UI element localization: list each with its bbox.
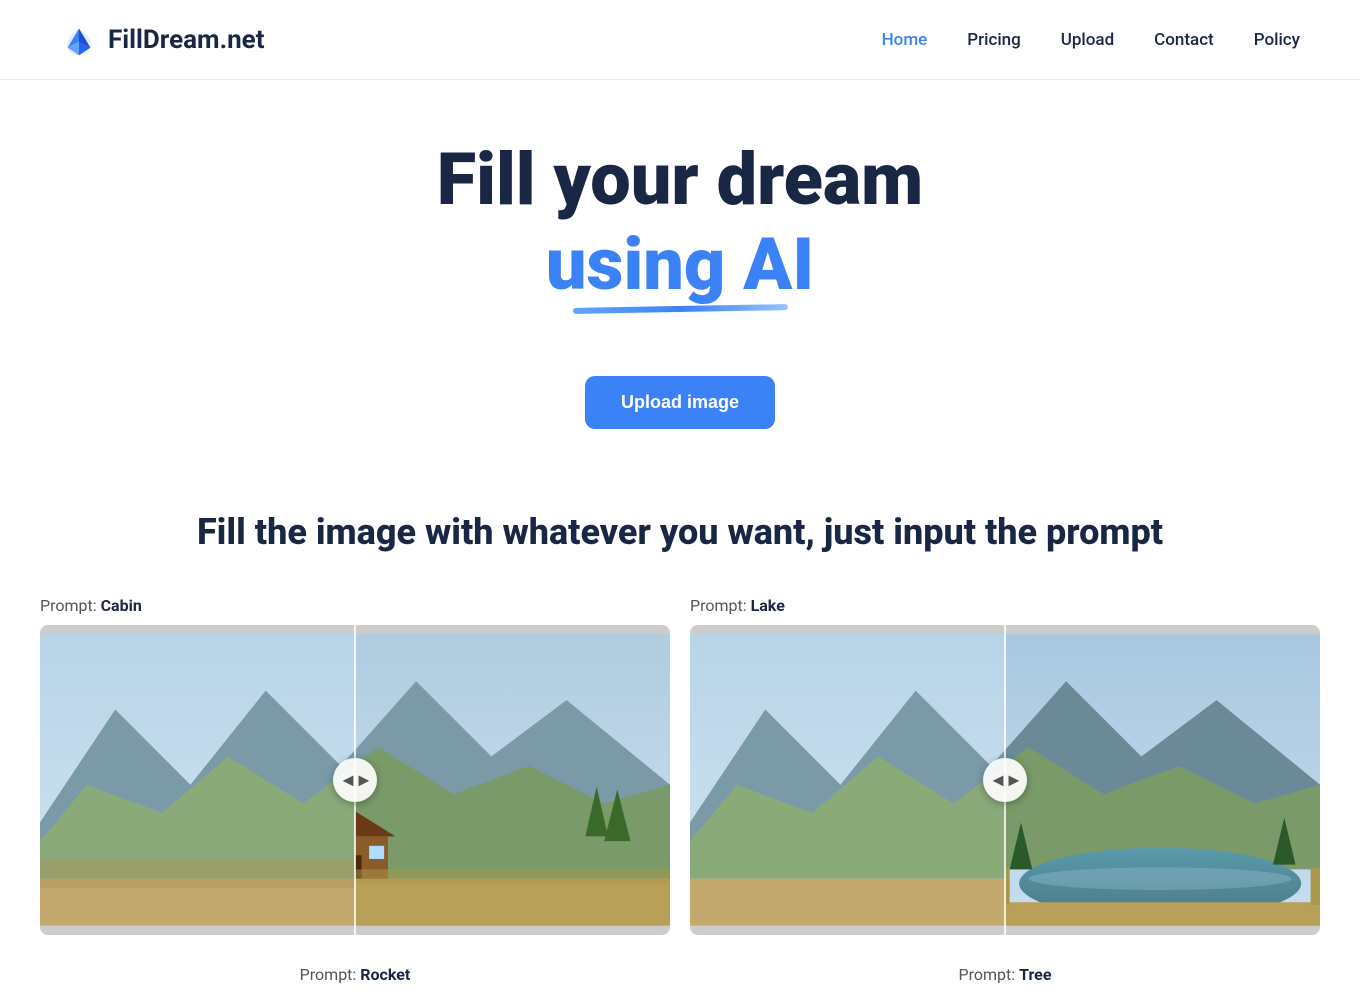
rocket-prompt: Prompt: Rocket [40, 965, 670, 984]
tree-prompt-value: Tree [1019, 965, 1051, 984]
cabin-arrows-icon: ◄► [339, 770, 371, 791]
logo-link[interactable]: FillDream.net [60, 21, 265, 59]
nav-pricing[interactable]: Pricing [967, 30, 1021, 50]
example-lake: Prompt: Lake [690, 596, 1320, 935]
lake-prompt-value: Lake [751, 596, 785, 615]
hero-title-line2: using AI [546, 225, 814, 304]
nav-home[interactable]: Home [882, 30, 928, 50]
cabin-prompt-label: Prompt: Cabin [40, 596, 670, 615]
lake-divider-handle[interactable]: ◄► [983, 758, 1027, 802]
examples-grid: Prompt: Cabin [0, 576, 1360, 955]
rocket-prompt-value: Rocket [360, 965, 410, 984]
example-cabin: Prompt: Cabin [40, 596, 670, 935]
hero-title-line1: Fill your dream [20, 140, 1340, 219]
hero-section: Fill your dream using AI Upload image [0, 80, 1360, 469]
site-name: FillDream.net [108, 25, 265, 55]
section-title: Fill the image with whatever you want, j… [20, 509, 1340, 556]
nav-policy[interactable]: Policy [1254, 30, 1300, 50]
upload-image-button[interactable]: Upload image [585, 376, 775, 429]
tree-prompt: Prompt: Tree [690, 965, 1320, 984]
main-nav: Home Pricing Upload Contact Policy [882, 30, 1300, 50]
nav-contact[interactable]: Contact [1154, 30, 1214, 50]
bottom-prompts: Prompt: Rocket Prompt: Tree [0, 955, 1360, 994]
cabin-image-compare[interactable]: ◄► [40, 625, 670, 935]
lake-arrows-icon: ◄► [989, 770, 1021, 791]
lake-image-compare[interactable]: ◄► [690, 625, 1320, 935]
nav-upload[interactable]: Upload [1061, 30, 1114, 50]
section-heading: Fill the image with whatever you want, j… [0, 469, 1360, 576]
cabin-divider-handle[interactable]: ◄► [333, 758, 377, 802]
cabin-prompt-value: Cabin [101, 596, 142, 615]
logo-icon [60, 21, 98, 59]
lake-prompt-label: Prompt: Lake [690, 596, 1320, 615]
header: FillDream.net Home Pricing Upload Contac… [0, 0, 1360, 80]
